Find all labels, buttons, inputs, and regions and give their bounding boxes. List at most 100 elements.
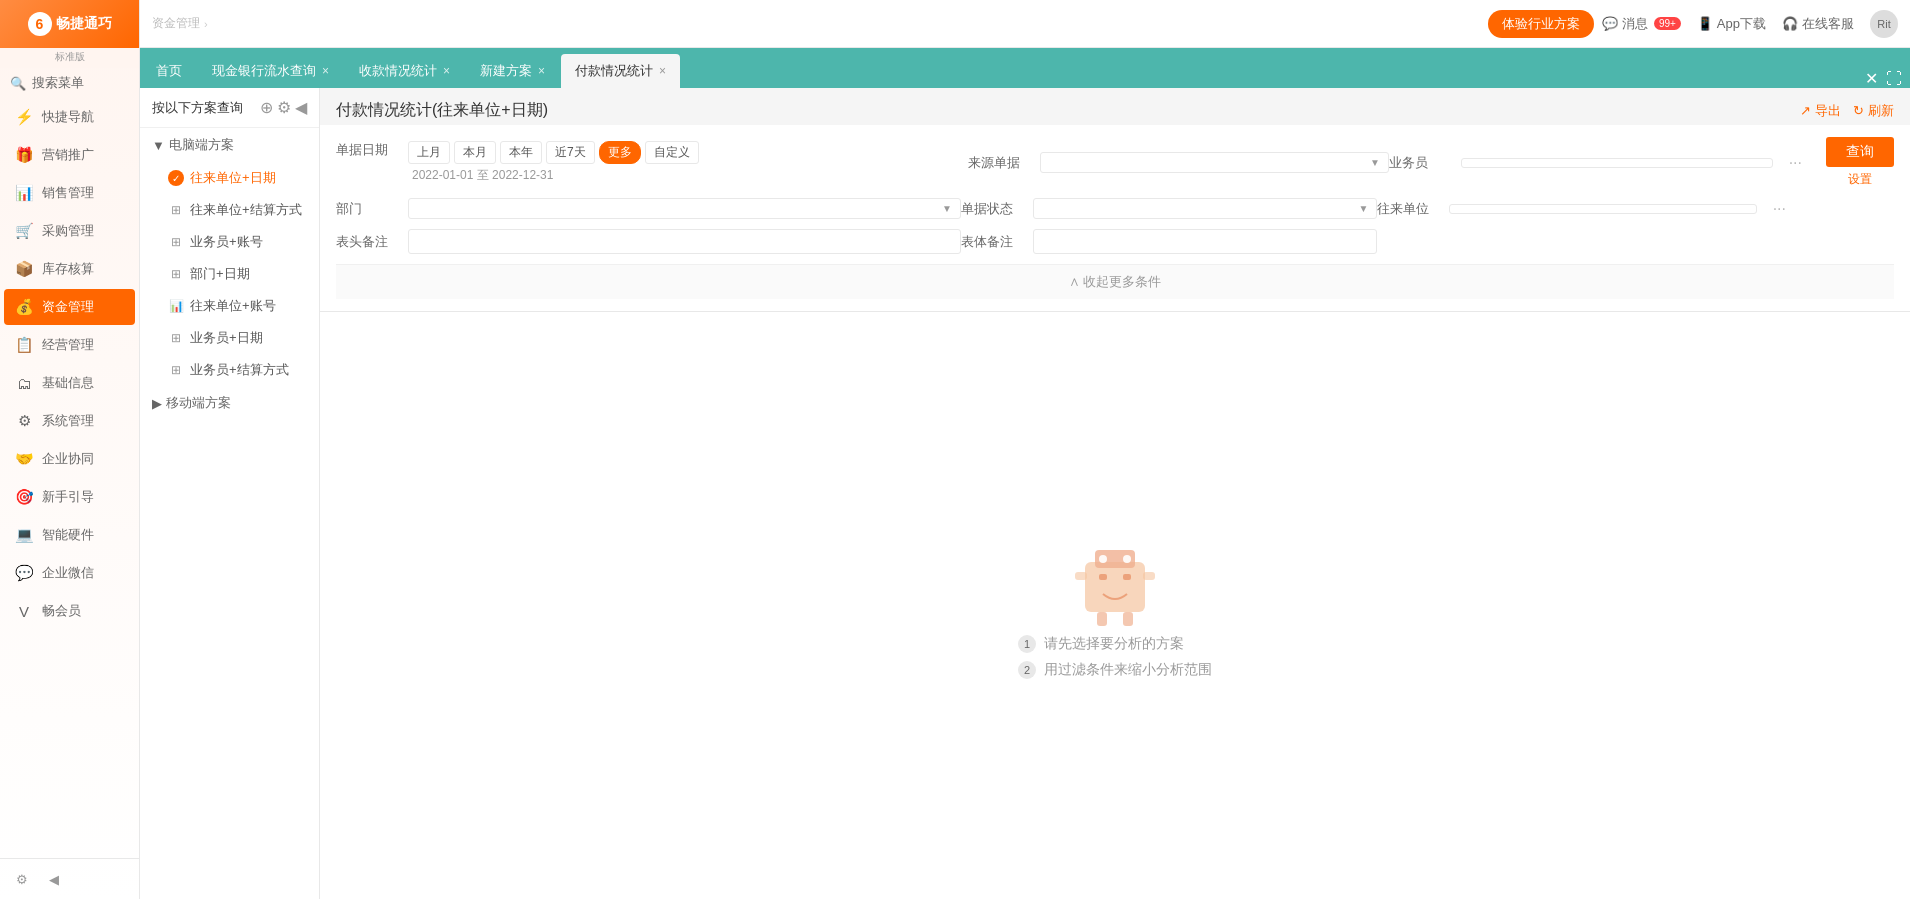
sidebar-item-newbie[interactable]: 🎯 新手引导 (4, 479, 135, 515)
sidebar-item-hardware[interactable]: 💻 智能硬件 (4, 517, 135, 553)
scheme-item-label: 业务员+结算方式 (190, 361, 289, 379)
scheme-item-staff-account[interactable]: ⊞ 业务员+账号 (140, 226, 319, 258)
tab-collection[interactable]: 收款情况统计 × (345, 54, 464, 88)
tab-home-label: 首页 (156, 62, 182, 80)
tab-collection-close[interactable]: × (443, 65, 450, 77)
settings-button[interactable]: 设置 (1848, 171, 1872, 188)
sidebar-item-label: 新手引导 (42, 488, 94, 506)
date-btn-last7[interactable]: 近7天 (546, 141, 595, 164)
sidebar-item-system[interactable]: ⚙ 系统管理 (4, 403, 135, 439)
voucher-status-select[interactable]: ▼ (1033, 198, 1378, 219)
export-icon: ↗ (1800, 103, 1811, 118)
scheme-collapse-icon[interactable]: ◀ (295, 98, 307, 117)
app-logo: 6 畅捷通巧 (0, 0, 139, 48)
sidebar-item-inventory[interactable]: 📦 库存核算 (4, 251, 135, 287)
refresh-button[interactable]: ↻ 刷新 (1853, 102, 1894, 120)
page-title: 付款情况统计(往来单位+日期) (336, 100, 548, 121)
scheme-item-unit-date[interactable]: ✓ 往来单位+日期 (140, 162, 319, 194)
message-item[interactable]: 💬 消息 99+ (1602, 15, 1681, 33)
scheme-item-icon: ⊞ (168, 202, 184, 218)
sidebar-item-wechat[interactable]: 💬 企业微信 (4, 555, 135, 591)
counterpart-select[interactable] (1449, 204, 1756, 214)
search-label: 搜索菜单 (32, 74, 84, 92)
date-btn-this-year[interactable]: 本年 (500, 141, 542, 164)
sidebar-item-marketing[interactable]: 🎁 营销推广 (4, 137, 135, 173)
date-btn-this-month[interactable]: 本月 (454, 141, 496, 164)
body-note-label: 表体备注 (961, 233, 1025, 251)
sidebar-item-basic[interactable]: 🗂 基础信息 (4, 365, 135, 401)
date-btn-more[interactable]: 更多 (599, 141, 641, 164)
sidebar-item-capital[interactable]: 💰 资金管理 (4, 289, 135, 325)
tab-home[interactable]: 首页 (142, 54, 196, 88)
svg-rect-7 (1123, 574, 1131, 580)
sidebar-item-purchase[interactable]: 🛒 采购管理 (4, 213, 135, 249)
collapse-sidebar-icon[interactable]: ◀ (42, 867, 66, 891)
capital-icon: 💰 (14, 297, 34, 317)
export-button[interactable]: ↗ 导出 (1800, 102, 1841, 120)
topbar-actions: 体验行业方案 (1488, 10, 1594, 38)
window-expand-icon[interactable]: ⛶ (1886, 70, 1902, 88)
sidebar-item-label: 经营管理 (42, 336, 94, 354)
scheme-item-staff-date[interactable]: ⊞ 业务员+日期 (140, 322, 319, 354)
scheme-item-unit-account[interactable]: 📊 往来单位+账号 (140, 290, 319, 322)
body-note-input[interactable] (1033, 229, 1378, 254)
refresh-icon: ↻ (1853, 103, 1864, 118)
user-avatar[interactable]: Rit (1870, 10, 1898, 38)
scheme-item-unit-settle[interactable]: ⊞ 往来单位+结算方式 (140, 194, 319, 226)
online-service-item[interactable]: 🎧 在线客服 (1782, 15, 1854, 33)
scheme-panel: 按以下方案查询 ⊕ ⚙ ◀ ▼ 电脑端方案 ✓ 往来单位+日期 ⊞ 往来单位+结… (140, 88, 320, 899)
filter-area: 付款情况统计(往来单位+日期) ↗ 导出 ↻ 刷新 单据日期 (320, 88, 1910, 899)
search-icon: 🔍 (10, 76, 26, 91)
sidebar-item-sales[interactable]: 📊 销售管理 (4, 175, 135, 211)
window-close-icon[interactable]: ✕ (1865, 69, 1878, 88)
date-btn-last-month[interactable]: 上月 (408, 141, 450, 164)
query-button[interactable]: 查询 (1826, 137, 1894, 167)
trial-button[interactable]: 体验行业方案 (1488, 10, 1594, 38)
scheme-add-icon[interactable]: ⊕ (260, 98, 273, 117)
tab-payment-label: 付款情况统计 (575, 62, 653, 80)
filter-row-3: 表头备注 表体备注 (336, 229, 1894, 254)
sidebar-item-label: 采购管理 (42, 222, 94, 240)
scheme-item-icon: ⊞ (168, 330, 184, 346)
tab-bank-close[interactable]: × (322, 65, 329, 77)
scheme-item-staff-settle[interactable]: ⊞ 业务员+结算方式 (140, 354, 319, 386)
sidebar-item-label: 系统管理 (42, 412, 94, 430)
tab-new-scheme[interactable]: 新建方案 × (466, 54, 559, 88)
export-label: 导出 (1815, 102, 1841, 120)
counterpart-more-icon[interactable]: ··· (1765, 200, 1794, 218)
scheme-header-label: 按以下方案查询 (152, 99, 243, 117)
tabs-window-controls: ✕ ⛶ (1865, 69, 1910, 88)
collapse-conditions-btn[interactable]: ∧ 收起更多条件 (336, 264, 1894, 299)
scheme-settings-icon[interactable]: ⚙ (277, 98, 291, 117)
breadcrumb-text: 资金管理 (152, 15, 200, 32)
tab-payment[interactable]: 付款情况统计 × (561, 54, 680, 88)
sidebar-item-label: 营销推广 (42, 146, 94, 164)
sidebar-item-enterprise[interactable]: 🤝 企业协同 (4, 441, 135, 477)
source-select[interactable]: ▼ (1040, 152, 1389, 173)
scheme-item-dept-date[interactable]: ⊞ 部门+日期 (140, 258, 319, 290)
filter-row-1: 单据日期 上月 本月 本年 近7天 更多 自定义 2022-01-01 至 20… (336, 137, 1894, 188)
sidebar-item-member[interactable]: V 畅会员 (4, 593, 135, 629)
date-btn-custom[interactable]: 自定义 (645, 141, 699, 164)
content-area: 按以下方案查询 ⊕ ⚙ ◀ ▼ 电脑端方案 ✓ 往来单位+日期 ⊞ 往来单位+结… (140, 88, 1910, 899)
header-note-input[interactable] (408, 229, 961, 254)
pc-group-title[interactable]: ▼ 电脑端方案 (140, 128, 319, 162)
search-menu[interactable]: 🔍 搜索菜单 (0, 68, 139, 98)
app-download-item[interactable]: 📱 App下载 (1697, 15, 1766, 33)
header-note-label: 表头备注 (336, 233, 400, 251)
staff-select[interactable] (1461, 158, 1773, 168)
tab-new-scheme-close[interactable]: × (538, 65, 545, 77)
sidebar-item-quick-nav[interactable]: ⚡ 快捷导航 (4, 99, 135, 135)
sidebar-item-label: 智能硬件 (42, 526, 94, 544)
tab-bank[interactable]: 现金银行流水查询 × (198, 54, 343, 88)
sidebar-item-operation[interactable]: 📋 经营管理 (4, 327, 135, 363)
headset-icon: 🎧 (1782, 16, 1798, 31)
tab-payment-close[interactable]: × (659, 65, 666, 77)
dept-select[interactable]: ▼ (408, 198, 961, 219)
mobile-group-title[interactable]: ▶ 移动端方案 (140, 386, 319, 420)
purchase-icon: 🛒 (14, 221, 34, 241)
topbar: 资金管理 › 体验行业方案 💬 消息 99+ 📱 App下载 🎧 在线客服 Ri… (140, 0, 1910, 48)
staff-more-icon[interactable]: ··· (1781, 154, 1810, 172)
svg-rect-8 (1097, 612, 1107, 626)
settings-bottom-icon[interactable]: ⚙ (10, 867, 34, 891)
